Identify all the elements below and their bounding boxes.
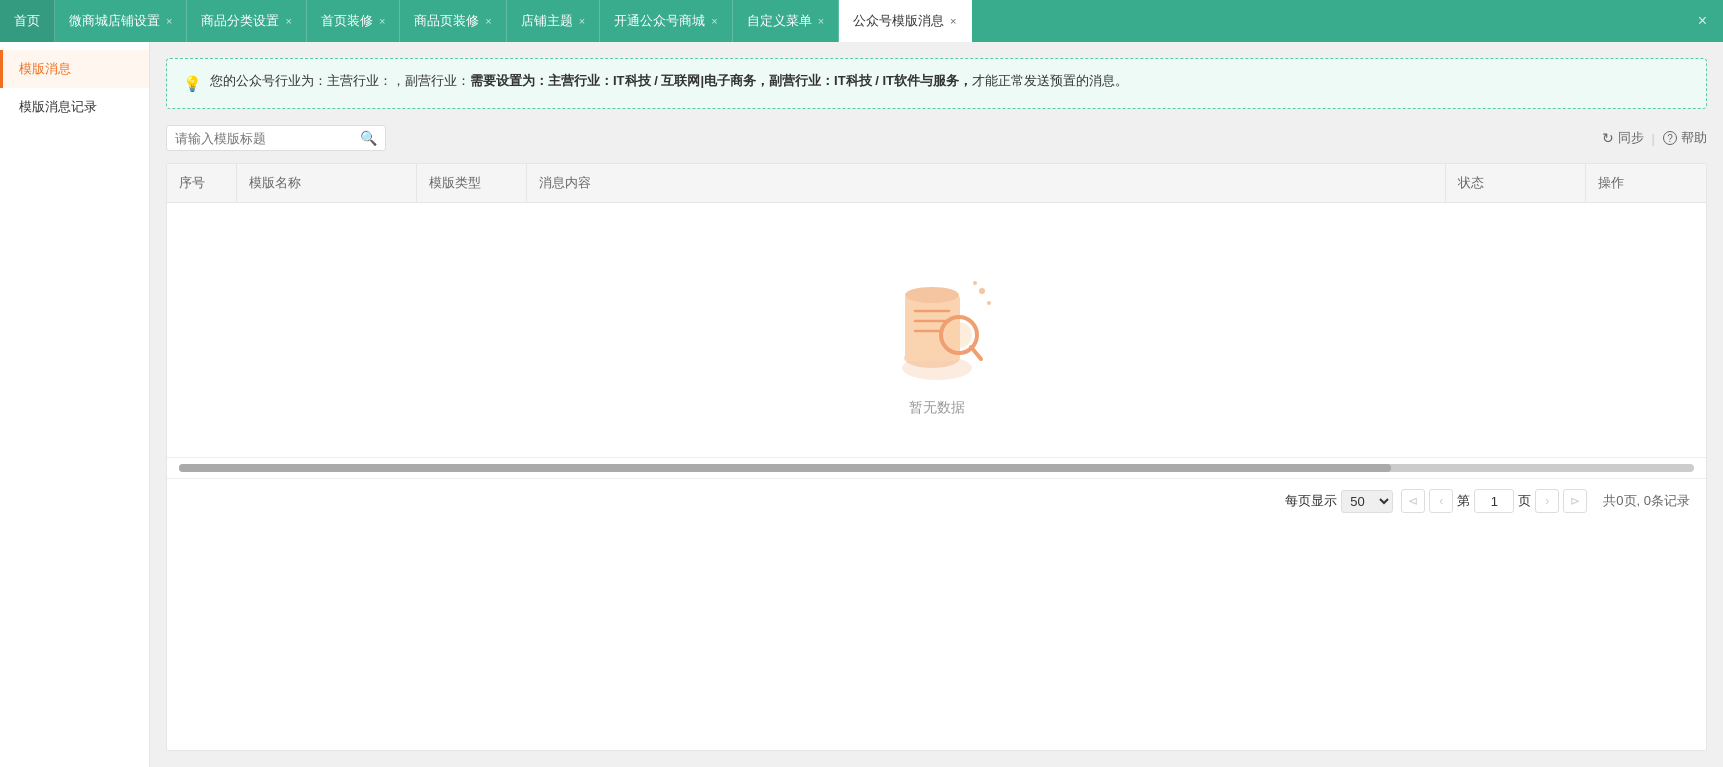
alert-text: 您的公众号行业为：主营行业：，副营行业：需要设置为：主营行业：IT科技 / 互联…	[210, 71, 1128, 92]
sidebar-item-template-msg-label: 模版消息	[19, 61, 71, 76]
page-size-label: 每页显示	[1285, 492, 1337, 510]
nav-tab-product[interactable]: 商品页装修 ×	[400, 0, 506, 42]
search-input[interactable]	[175, 131, 360, 146]
sidebar: 模版消息 模版消息记录	[0, 42, 150, 767]
alert-highlight: 需要设置为：主营行业：IT科技 / 互联网|电子商务，副营行业：IT科技 / I…	[470, 73, 972, 88]
page-size-dropdown[interactable]: 10 20 50 100	[1341, 490, 1393, 513]
svg-point-10	[979, 288, 985, 294]
scrollbar-area[interactable]	[167, 457, 1706, 478]
sidebar-item-template-log-label: 模版消息记录	[19, 99, 97, 114]
toolbar-divider: |	[1652, 131, 1655, 146]
nav-tab-homepage-close[interactable]: ×	[379, 15, 385, 27]
page-nav: ⊲ ‹ 第 页 › ⊳	[1401, 489, 1587, 513]
empty-state: 暂无数据	[167, 203, 1706, 457]
table-header: 序号 模版名称 模版类型 消息内容 状态 操作	[167, 164, 1706, 203]
nav-tab-product-close[interactable]: ×	[485, 15, 491, 27]
empty-illustration	[877, 263, 997, 383]
nav-tab-home[interactable]: 首页	[0, 0, 55, 42]
alert-box: 💡 您的公众号行业为：主营行业：，副营行业：需要设置为：主营行业：IT科技 / …	[166, 58, 1707, 109]
nav-tab-category-close[interactable]: ×	[285, 15, 291, 27]
nav-tab-weshop-close[interactable]: ×	[166, 15, 172, 27]
nav-tab-mall-label: 开通公众号商城	[614, 12, 705, 30]
page-size-select: 每页显示 10 20 50 100	[1285, 490, 1393, 513]
nav-tab-product-label: 商品页装修	[414, 12, 479, 30]
scrollbar-track[interactable]	[179, 464, 1694, 472]
nav-tab-custommenu[interactable]: 自定义菜单 ×	[733, 0, 839, 42]
nav-tab-template[interactable]: 公众号模版消息 ×	[839, 0, 971, 42]
top-nav: 首页 微商城店铺设置 × 商品分类设置 × 首页装修 × 商品页装修 × 店铺主…	[0, 0, 1723, 42]
nav-tab-mall[interactable]: 开通公众号商城 ×	[600, 0, 732, 42]
sync-button[interactable]: ↻ 同步	[1602, 129, 1644, 147]
svg-point-8	[946, 322, 972, 348]
nav-tab-homepage[interactable]: 首页装修 ×	[307, 0, 400, 42]
next-page-button[interactable]: ›	[1535, 489, 1559, 513]
nav-tab-weshop-label: 微商城店铺设置	[69, 12, 160, 30]
nav-tab-custommenu-close[interactable]: ×	[818, 15, 824, 27]
nav-tab-theme[interactable]: 店铺主题 ×	[507, 0, 600, 42]
scrollbar-thumb[interactable]	[179, 464, 1391, 472]
col-status: 状态	[1446, 164, 1586, 202]
toolbar-right: ↻ 同步 | ? 帮助	[1602, 129, 1707, 147]
first-page-button[interactable]: ⊲	[1401, 489, 1425, 513]
sync-label: 同步	[1618, 129, 1644, 147]
col-name: 模版名称	[237, 164, 417, 202]
alert-prefix: 您的公众号行业为：主营行业：，副营行业：	[210, 73, 470, 88]
sidebar-item-template-msg[interactable]: 模版消息	[0, 50, 149, 88]
search-icon[interactable]: 🔍	[360, 130, 377, 146]
close-all-button[interactable]: ×	[1682, 12, 1723, 30]
nav-tab-mall-close[interactable]: ×	[711, 15, 717, 27]
nav-tab-template-close[interactable]: ×	[950, 15, 956, 27]
nav-tab-weshop[interactable]: 微商城店铺设置 ×	[55, 0, 187, 42]
nav-tab-custommenu-label: 自定义菜单	[747, 12, 812, 30]
search-box: 🔍	[166, 125, 386, 151]
toolbar-row: 🔍 ↻ 同步 | ? 帮助	[166, 125, 1707, 151]
prev-page-button[interactable]: ‹	[1429, 489, 1453, 513]
empty-text: 暂无数据	[909, 399, 965, 417]
nav-tab-template-label: 公众号模版消息	[853, 12, 944, 30]
col-content: 消息内容	[527, 164, 1446, 202]
nav-tab-home-label: 首页	[14, 12, 40, 30]
pagination: 每页显示 10 20 50 100 ⊲ ‹ 第 页 › ⊳	[167, 478, 1706, 523]
sidebar-item-template-log[interactable]: 模版消息记录	[0, 88, 149, 126]
svg-line-9	[971, 347, 981, 359]
page-input[interactable]	[1474, 489, 1514, 513]
help-icon: ?	[1663, 131, 1677, 145]
content-area: 💡 您的公众号行业为：主营行业：，副营行业：需要设置为：主营行业：IT科技 / …	[150, 42, 1723, 767]
page-unit: 页	[1518, 492, 1531, 510]
nav-tab-category-label: 商品分类设置	[201, 12, 279, 30]
nav-tab-theme-close[interactable]: ×	[579, 15, 585, 27]
svg-point-11	[987, 301, 991, 305]
nav-tab-category[interactable]: 商品分类设置 ×	[187, 0, 306, 42]
main-layout: 模版消息 模版消息记录 💡 您的公众号行业为：主营行业：，副营行业：需要设置为：…	[0, 42, 1723, 767]
alert-suffix: 才能正常发送预置的消息。	[972, 73, 1128, 88]
col-action: 操作	[1586, 164, 1706, 202]
page-label: 第	[1457, 492, 1470, 510]
col-type: 模版类型	[417, 164, 527, 202]
bulb-icon: 💡	[183, 72, 202, 96]
svg-point-6	[905, 287, 959, 303]
sync-icon: ↻	[1602, 130, 1614, 146]
total-info: 共0页, 0条记录	[1603, 492, 1690, 510]
svg-point-12	[973, 281, 977, 285]
help-label: 帮助	[1681, 129, 1707, 147]
nav-tab-homepage-label: 首页装修	[321, 12, 373, 30]
nav-tab-theme-label: 店铺主题	[521, 12, 573, 30]
table-wrap: 序号 模版名称 模版类型 消息内容 状态 操作	[166, 163, 1707, 751]
col-no: 序号	[167, 164, 237, 202]
last-page-button[interactable]: ⊳	[1563, 489, 1587, 513]
help-button[interactable]: ? 帮助	[1663, 129, 1707, 147]
